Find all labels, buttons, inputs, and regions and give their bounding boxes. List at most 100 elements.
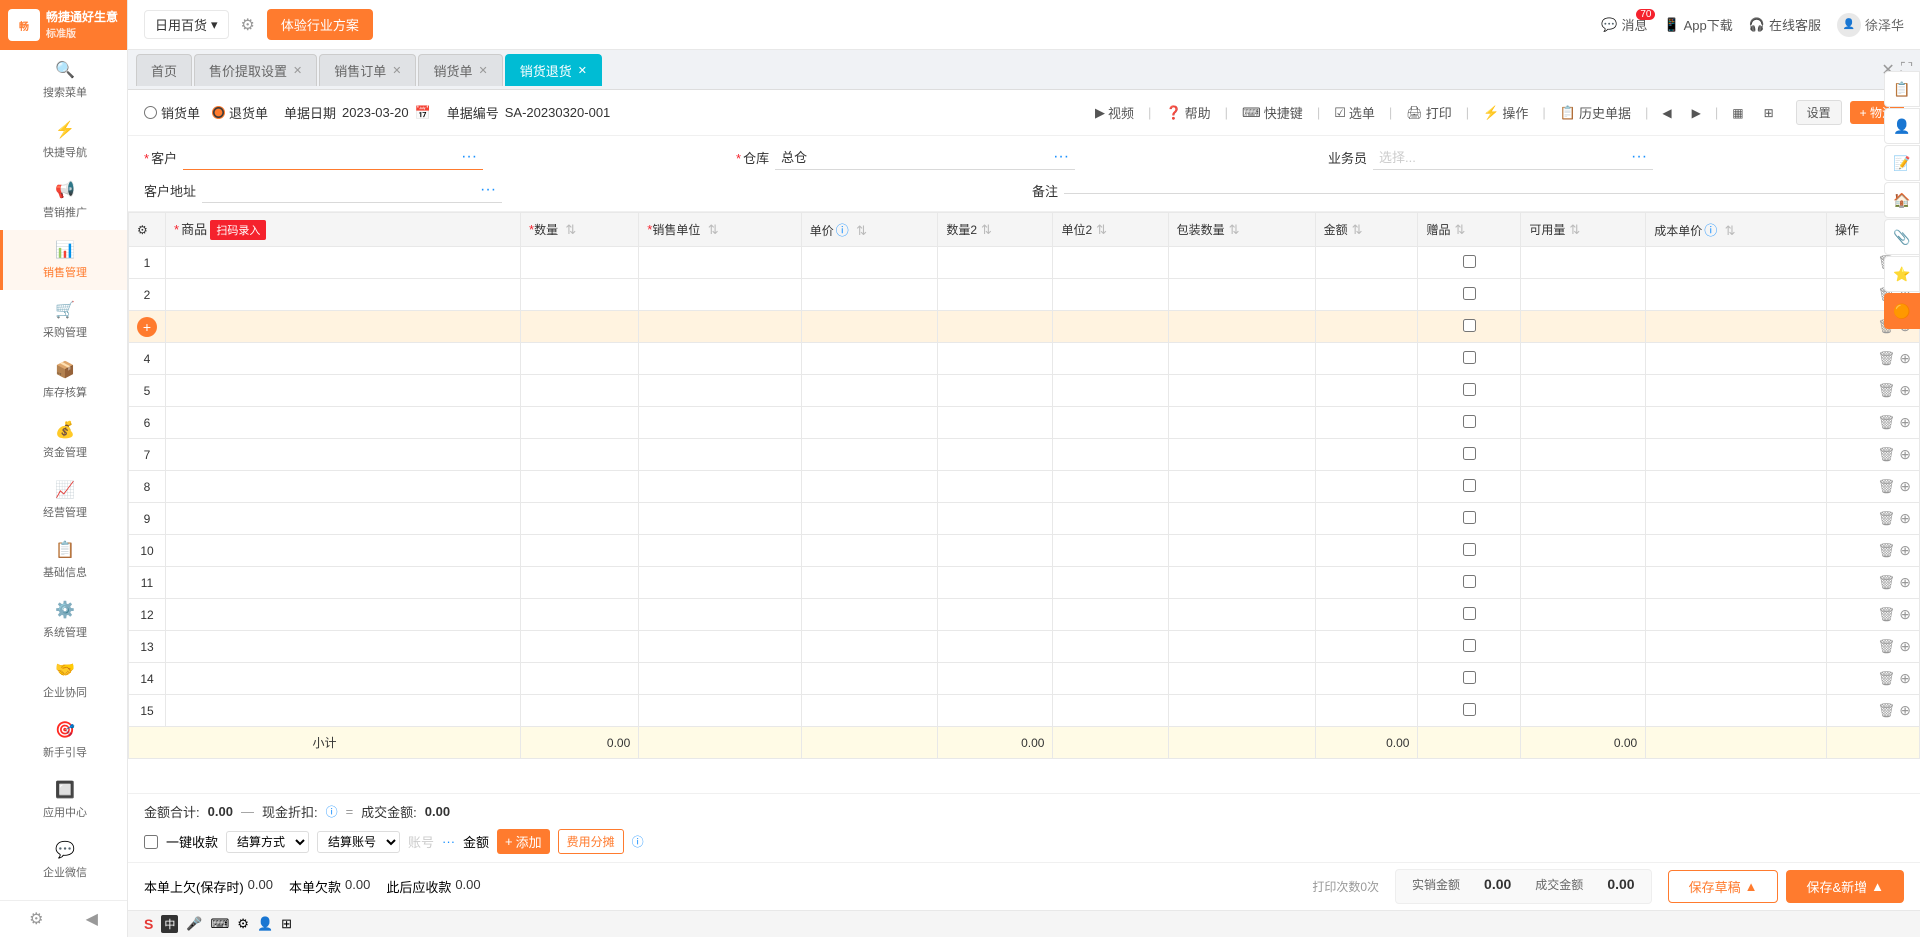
qty2-cell-2[interactable] <box>938 279 1053 311</box>
quantity-cell-3[interactable] <box>521 311 639 343</box>
sort-price-icon[interactable]: ⇅ <box>856 223 867 238</box>
note-input[interactable] <box>1064 187 1904 194</box>
sidebar-item-operation[interactable]: 📈 经营管理 <box>0 470 127 530</box>
tab-home[interactable]: 首页 <box>136 54 192 86</box>
tab-sales-order[interactable]: 销售订单 ✕ <box>319 54 416 86</box>
product-cell-2[interactable] <box>166 279 521 311</box>
delete-row-5-icon[interactable]: 🗑 <box>1877 382 1895 399</box>
next-history-icon[interactable]: ▶ <box>1686 104 1707 122</box>
category-selector[interactable]: 日用百货 ▾ <box>144 10 229 39</box>
settings-bottom-icon[interactable]: ⚙ <box>29 909 43 929</box>
copy-row-7-icon[interactable]: ⊕ <box>1899 446 1911 463</box>
address-dots-icon[interactable]: ··· <box>480 181 496 199</box>
print-btn[interactable]: 🖨 打印 <box>1400 101 1458 124</box>
view-grid-icon[interactable]: ⊞ <box>1758 104 1780 122</box>
customer-dots-icon[interactable]: ··· <box>461 148 477 166</box>
video-btn[interactable]: ▶ 视频 <box>1089 101 1140 124</box>
sort-avail-icon[interactable]: ⇅ <box>1569 222 1580 237</box>
product-cell-1[interactable] <box>166 247 521 279</box>
delete-row-15-icon[interactable]: 🗑 <box>1877 702 1895 719</box>
delete-row-13-icon[interactable]: 🗑 <box>1877 638 1895 655</box>
prev-history-icon[interactable]: ◀ <box>1656 104 1677 122</box>
online-service-btn[interactable]: 🎧 在线客服 <box>1749 15 1821 34</box>
tab-return[interactable]: 销货退货 ✕ <box>505 54 602 86</box>
cost-price-cell-1[interactable] <box>1646 247 1827 279</box>
notification-btn[interactable]: 💬 消息 70 <box>1601 15 1647 34</box>
qty2-cell-3[interactable] <box>938 311 1053 343</box>
calc-method-select[interactable]: 结算方式 <box>226 831 309 853</box>
copy-row-15-icon[interactable]: ⊕ <box>1899 702 1911 719</box>
warehouse-input[interactable]: 总仓 ··· <box>775 144 1075 170</box>
unit-price-cell-1[interactable] <box>801 247 938 279</box>
sticky-btn-orange[interactable]: 🟠 <box>1884 293 1920 329</box>
copy-row-11-icon[interactable]: ⊕ <box>1899 574 1911 591</box>
app-download-btn[interactable]: 📱 App下载 <box>1663 15 1732 34</box>
available-cell-3[interactable] <box>1521 311 1646 343</box>
sort-salesunit-icon[interactable]: ⇅ <box>708 222 719 237</box>
sidebar-item-marketing[interactable]: 📢 营销推广 <box>0 170 127 230</box>
unit-price-cell-3[interactable] <box>801 311 938 343</box>
quantity-cell-1[interactable] <box>521 247 639 279</box>
pkg-qty-cell-1[interactable] <box>1168 247 1315 279</box>
sidebar-item-finance[interactable]: 💰 资金管理 <box>0 410 127 470</box>
sidebar-item-sales[interactable]: 📊 销售管理 <box>0 230 127 290</box>
address-input[interactable]: ··· <box>202 178 502 203</box>
copy-row-12-icon[interactable]: ⊕ <box>1899 606 1911 623</box>
delete-row-11-icon[interactable]: 🗑 <box>1877 574 1895 591</box>
tab-delivery[interactable]: 销货单 ✕ <box>418 54 502 86</box>
sidebar-item-purchase[interactable]: 🛒 采购管理 <box>0 290 127 350</box>
save-new-button[interactable]: 保存&新增 ▲ <box>1786 870 1904 903</box>
gift-cell-2[interactable] <box>1418 279 1521 311</box>
quantity-cell-2[interactable] <box>521 279 639 311</box>
add-payment-btn[interactable]: + 添加 <box>497 829 550 854</box>
delete-row-9-icon[interactable]: 🗑 <box>1877 510 1895 527</box>
radio-return[interactable]: 退货单 <box>212 103 268 122</box>
sidebar-item-search[interactable]: 🔍 搜索菜单 <box>0 50 127 110</box>
tab-price-close[interactable]: ✕ <box>293 64 302 77</box>
sidebar-item-enterprise[interactable]: 🤝 企业协同 <box>0 650 127 710</box>
delete-row-4-icon[interactable]: 🗑 <box>1877 350 1895 367</box>
view-list-icon[interactable]: ▦ <box>1726 104 1749 122</box>
history-btn[interactable]: 📋 历史单据 <box>1554 101 1637 124</box>
discount-info-icon[interactable]: ⓘ <box>326 803 338 820</box>
delete-row-7-icon[interactable]: 🗑 <box>1877 446 1895 463</box>
available-cell-2[interactable] <box>1521 279 1646 311</box>
amount-cell-2[interactable] <box>1315 279 1418 311</box>
payment-checkbox[interactable] <box>144 835 158 849</box>
experience-button[interactable]: 体验行业方案 <box>267 9 373 40</box>
warehouse-dots-icon[interactable]: ··· <box>1053 148 1069 166</box>
operate-btn[interactable]: ⚡ 操作 <box>1477 101 1534 124</box>
th-settings[interactable]: ⚙ <box>129 213 166 247</box>
product-input-3[interactable] <box>174 319 512 334</box>
account-select[interactable]: 结算账号 <box>317 831 400 853</box>
sidebar-item-system[interactable]: ⚙️ 系统管理 <box>0 590 127 650</box>
gift-cell-1[interactable] <box>1418 247 1521 279</box>
copy-row-4-icon[interactable]: ⊕ <box>1899 350 1911 367</box>
sticky-btn-1[interactable]: 📋 <box>1884 71 1920 107</box>
copy-row-14-icon[interactable]: ⊕ <box>1899 670 1911 687</box>
tab-price-extract[interactable]: 售价提取设置 ✕ <box>194 54 317 86</box>
sort-gift-icon[interactable]: ⇅ <box>1454 222 1465 237</box>
qty2-cell-1[interactable] <box>938 247 1053 279</box>
sales-unit-cell-2[interactable] <box>639 279 801 311</box>
shortcut-btn[interactable]: ⌨ 快捷键 <box>1236 101 1309 124</box>
sort-cost-icon[interactable]: ⇅ <box>1725 223 1736 238</box>
account-dots-icon[interactable]: ··· <box>442 834 455 849</box>
fee-split-btn[interactable]: 费用分摊 <box>558 829 624 854</box>
sticky-btn-6[interactable]: ⭐ <box>1884 256 1920 292</box>
radio-delivery[interactable]: 销货单 <box>144 103 200 122</box>
sticky-btn-5[interactable]: 📎 <box>1884 219 1920 255</box>
delete-row-8-icon[interactable]: 🗑 <box>1877 478 1895 495</box>
tab-sales-order-close[interactable]: ✕ <box>392 64 401 77</box>
cost-price-cell-3[interactable] <box>1646 311 1827 343</box>
copy-row-6-icon[interactable]: ⊕ <box>1899 414 1911 431</box>
salesperson-dots-icon[interactable]: ··· <box>1631 148 1647 166</box>
sidebar-item-wechat[interactable]: 💬 企业微信 <box>0 830 127 890</box>
sidebar-item-apps[interactable]: 🔲 应用中心 <box>0 770 127 830</box>
sticky-btn-4[interactable]: 🏠 <box>1884 182 1920 218</box>
sales-unit-cell-1[interactable] <box>639 247 801 279</box>
available-cell-1[interactable] <box>1521 247 1646 279</box>
sidebar-item-inventory[interactable]: 📦 库存核算 <box>0 350 127 410</box>
sort-amount-icon[interactable]: ⇅ <box>1352 222 1363 237</box>
select-btn[interactable]: ☑ 选单 <box>1328 101 1381 124</box>
